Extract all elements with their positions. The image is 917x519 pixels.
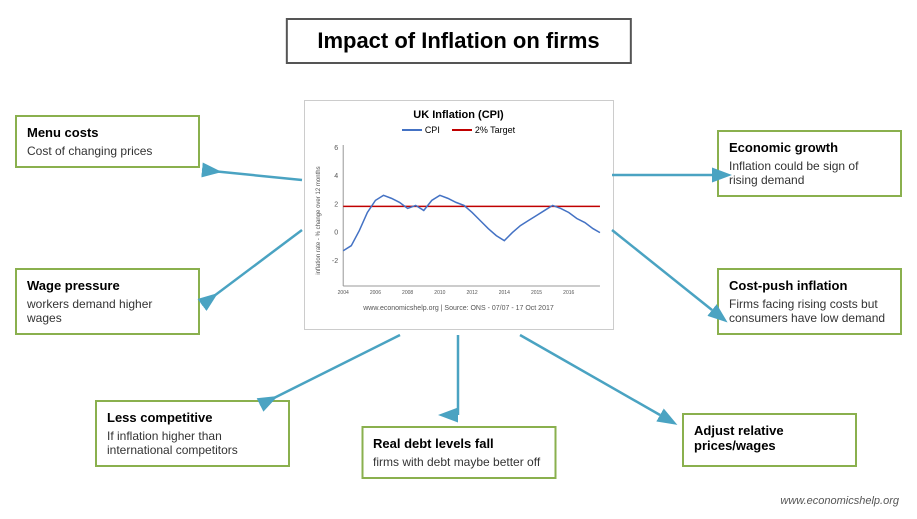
svg-text:2016: 2016 bbox=[563, 290, 574, 296]
watermark: www.economicshelp.org bbox=[780, 495, 899, 507]
page-title: Impact of Inflation on firms bbox=[285, 18, 631, 64]
chart-svg: 6 4 2 0 -2 2004 2006 2008 2010 2012 2014… bbox=[313, 138, 605, 298]
inflation-chart: UK Inflation (CPI) CPI 2% Target 6 4 2 0… bbox=[304, 100, 614, 330]
svg-text:2: 2 bbox=[334, 201, 338, 208]
chart-legend: CPI 2% Target bbox=[313, 125, 605, 135]
menu-costs-title: Menu costs bbox=[27, 125, 188, 140]
svg-text:2010: 2010 bbox=[434, 290, 445, 296]
real-debt-text: firms with debt maybe better off bbox=[373, 455, 544, 469]
less-competitive-text: If inflation higher than international c… bbox=[107, 429, 278, 457]
svg-text:2015: 2015 bbox=[530, 290, 541, 296]
svg-text:2012: 2012 bbox=[466, 290, 477, 296]
svg-text:2014: 2014 bbox=[498, 290, 509, 296]
cost-push-text: Firms facing rising costs but consumers … bbox=[729, 297, 890, 325]
wage-pressure-text: workers demand higher wages bbox=[27, 297, 188, 325]
cost-push-title: Cost-push inflation bbox=[729, 278, 890, 293]
svg-text:2004: 2004 bbox=[337, 290, 348, 296]
menu-costs-text: Cost of changing prices bbox=[27, 144, 188, 158]
economic-growth-text: Inflation could be sign of rising demand bbox=[729, 159, 890, 187]
chart-source: www.economicshelp.org | Source: ONS - 07… bbox=[313, 305, 605, 312]
svg-text:6: 6 bbox=[334, 145, 338, 152]
svg-text:inflation rate - % change over: inflation rate - % change over 12 months bbox=[316, 166, 322, 274]
real-debt-title: Real debt levels fall bbox=[373, 436, 544, 451]
menu-costs-box: Menu costs Cost of changing prices bbox=[15, 115, 200, 168]
svg-text:2006: 2006 bbox=[369, 290, 380, 296]
svg-text:2008: 2008 bbox=[402, 290, 413, 296]
legend-target: 2% Target bbox=[452, 125, 515, 135]
adjust-prices-box: Adjust relative prices/wages bbox=[682, 413, 857, 467]
legend-cpi-line bbox=[402, 129, 422, 131]
less-competitive-title: Less competitive bbox=[107, 410, 278, 425]
economic-growth-title: Economic growth bbox=[729, 140, 890, 155]
wage-pressure-box: Wage pressure workers demand higher wage… bbox=[15, 268, 200, 335]
legend-target-line bbox=[452, 129, 472, 131]
wage-pressure-title: Wage pressure bbox=[27, 278, 188, 293]
cost-push-box: Cost-push inflation Firms facing rising … bbox=[717, 268, 902, 335]
adjust-prices-title: Adjust relative prices/wages bbox=[694, 423, 845, 453]
svg-text:4: 4 bbox=[334, 173, 338, 180]
less-competitive-box: Less competitive If inflation higher tha… bbox=[95, 400, 290, 467]
chart-title: UK Inflation (CPI) bbox=[313, 109, 605, 121]
legend-cpi: CPI bbox=[402, 125, 440, 135]
svg-text:0: 0 bbox=[334, 230, 338, 237]
real-debt-box: Real debt levels fall firms with debt ma… bbox=[361, 426, 556, 479]
svg-text:-2: -2 bbox=[331, 258, 337, 265]
economic-growth-box: Economic growth Inflation could be sign … bbox=[717, 130, 902, 197]
